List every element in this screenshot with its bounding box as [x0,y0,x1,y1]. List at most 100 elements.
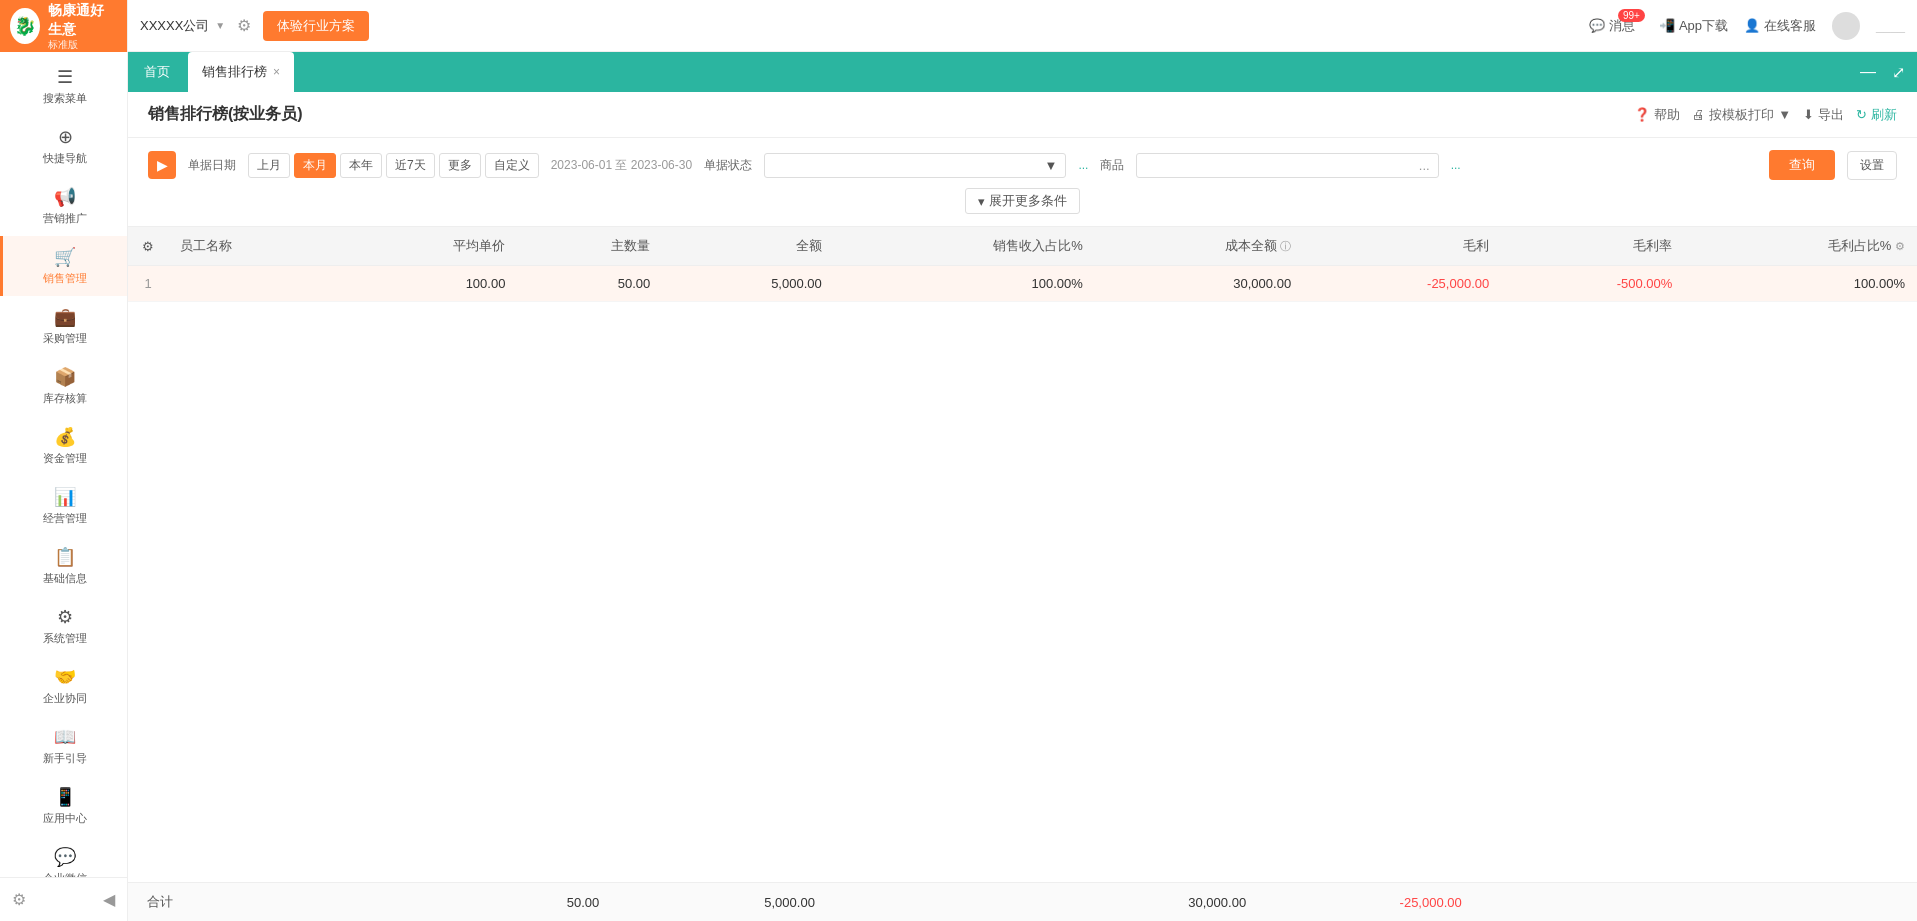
export-button[interactable]: ⬇ 导出 [1803,106,1844,124]
sidebar-item-basic[interactable]: 📋 基础信息 [0,536,127,596]
sidebar-item-system[interactable]: ⚙ 系统管理 [0,596,127,656]
th-cost: 成本全额 ⓘ [1095,227,1303,266]
message-icon: 💬 [1589,18,1605,33]
tab-maximize-icon[interactable]: ⤢ [1888,59,1909,86]
sidebar-item-marketing[interactable]: 📢 营销推广 [0,176,127,236]
refresh-button[interactable]: ↻ 刷新 [1856,106,1897,124]
user-name-area[interactable]: ____ [1876,18,1905,33]
purchase-icon: 💼 [54,306,76,328]
quick-nav-icon: ⊕ [58,126,73,148]
service-icon: 👤 [1744,18,1760,33]
table-container: ⚙ 员工名称 平均单价 主数量 全额 [128,227,1917,882]
topbar: XXXXX公司 ▼ ⚙ 体验行业方案 💬 消息 99+ 📲 App下载 👤 在线… [128,0,1917,52]
sidebar-item-search[interactable]: ☰ 搜索菜单 [0,56,127,116]
filter-expand-arrow[interactable]: ▶ [148,151,176,179]
cost-hint-icon[interactable]: ⓘ [1280,240,1291,252]
th-employee-name: 员工名称 [168,227,343,266]
sidebar-collapse-btn[interactable]: ◀ [99,886,119,913]
tabbar: 首页 销售排行榜 × — ⤢ [128,52,1917,92]
td-rank: 1 [128,266,168,302]
online-service-label: 在线客服 [1764,17,1816,35]
td-qty: 50.00 [517,266,662,302]
sidebar-item-cooperation[interactable]: 🤝 企业协同 [0,656,127,716]
help-button[interactable]: ❓ 帮助 [1634,106,1680,124]
trial-industry-button[interactable]: 体验行业方案 [263,11,369,41]
message-badge: 99+ [1618,9,1645,22]
logo-sub: 标准版 [48,38,117,51]
sidebar-item-inventory[interactable]: 📦 库存核算 [0,356,127,416]
sidebar-item-purchase[interactable]: 💼 采购管理 [0,296,127,356]
user-name: ____ [1876,18,1905,33]
date-custom-btn[interactable]: 自定义 [485,153,539,178]
sales-icon: 🛒 [54,246,76,268]
td-sales-pct: 100.00% [834,266,1095,302]
sidebar-item-appstore[interactable]: 📱 应用中心 [0,776,127,836]
topbar-settings-icon[interactable]: ⚙ [233,12,255,39]
sidebar-item-label: 快捷导航 [43,151,87,166]
date-current-month-btn[interactable]: 本月 [294,153,336,178]
goods-select-arrow: ... [1419,158,1430,173]
status-more-link[interactable]: ... [1078,158,1088,172]
company-selector[interactable]: XXXXX公司 ▼ [140,17,225,35]
sales-ranking-tab[interactable]: 销售排行榜 × [188,52,294,92]
user-avatar[interactable] [1832,12,1860,40]
tab-minimize-icon[interactable]: — [1856,59,1880,85]
td-name [168,266,343,302]
th-qty: 主数量 [517,227,662,266]
cooperation-icon: 🤝 [54,666,76,688]
table-body: 1 100.00 50.00 5,000.00 100.00% 30,000.0… [128,266,1917,302]
query-button[interactable]: 查询 [1769,150,1835,180]
home-tab[interactable]: 首页 [128,52,186,92]
search-menu-icon: ☰ [57,66,73,88]
sidebar-settings-btn[interactable]: ⚙ [8,886,30,913]
sidebar-item-quick-nav[interactable]: ⊕ 快捷导航 [0,116,127,176]
gross-pct-icon[interactable]: ⚙ [1895,240,1905,252]
footer-empty-2 [827,895,1043,910]
date-year-btn[interactable]: 本年 [340,153,382,178]
sidebar-item-finance[interactable]: 💰 资金管理 [0,416,127,476]
date-range-buttons: 上月 本月 本年 近7天 更多 自定义 [248,153,539,178]
goods-more-link[interactable]: ... [1451,158,1461,172]
sidebar-item-label: 基础信息 [43,571,87,586]
sidebar-item-label: 库存核算 [43,391,87,406]
td-amount: 5,000.00 [662,266,834,302]
online-service-action[interactable]: 👤 在线客服 [1744,17,1816,35]
logo-main: 畅康通好生意 [48,1,117,37]
settings-icon[interactable]: ⚙ [142,239,154,254]
sidebar-item-label: 新手引导 [43,751,87,766]
status-select[interactable]: ▼ [764,153,1066,178]
company-name: XXXXX公司 [140,17,209,35]
operations-icon: 📊 [54,486,76,508]
help-icon: ❓ [1634,107,1650,122]
sidebar-item-sales[interactable]: 🛒 销售管理 [0,236,127,296]
sidebar-item-label: 企业协同 [43,691,87,706]
goods-filter-label: 商品 [1100,157,1124,174]
td-avg-price: 100.00 [343,266,518,302]
footer-qty: 50.00 [396,895,612,910]
td-gross-rate: -500.00% [1501,266,1684,302]
data-table: ⚙ 员工名称 平均单价 主数量 全额 [128,227,1917,302]
footer-empty-1 [180,895,396,910]
sidebar-item-guide[interactable]: 📖 新手引导 [0,716,127,776]
print-button[interactable]: 🖨 按模板打印 ▼ [1692,106,1791,124]
expand-conditions-btn[interactable]: ▾ 展开更多条件 [965,188,1080,214]
marketing-icon: 📢 [54,186,76,208]
td-gross: -25,000.00 [1303,266,1501,302]
goods-select[interactable]: ... [1136,153,1438,178]
sidebar-item-wechat[interactable]: 💬 企业微信 [0,836,127,877]
tab-label: 销售排行榜 [202,63,267,81]
message-action[interactable]: 💬 消息 99+ [1589,17,1635,35]
date-7days-btn[interactable]: 近7天 [386,153,435,178]
export-icon: ⬇ [1803,107,1814,122]
tab-close-icon[interactable]: × [273,65,280,79]
wechat-icon: 💬 [54,846,76,868]
sidebar-item-label: 系统管理 [43,631,87,646]
app-download-action[interactable]: 📲 App下载 [1659,17,1728,35]
date-more-btn[interactable]: 更多 [439,153,481,178]
th-sales-pct: 销售收入占比% [834,227,1095,266]
date-prev-month-btn[interactable]: 上月 [248,153,290,178]
sidebar-item-operations[interactable]: 📊 经营管理 [0,476,127,536]
filter-settings-button[interactable]: 设置 [1847,151,1897,180]
finance-icon: 💰 [54,426,76,448]
sidebar: 🐉 畅康通好生意 标准版 ☰ 搜索菜单 ⊕ 快捷导航 📢 营销推广 🛒 销售管理… [0,0,128,921]
